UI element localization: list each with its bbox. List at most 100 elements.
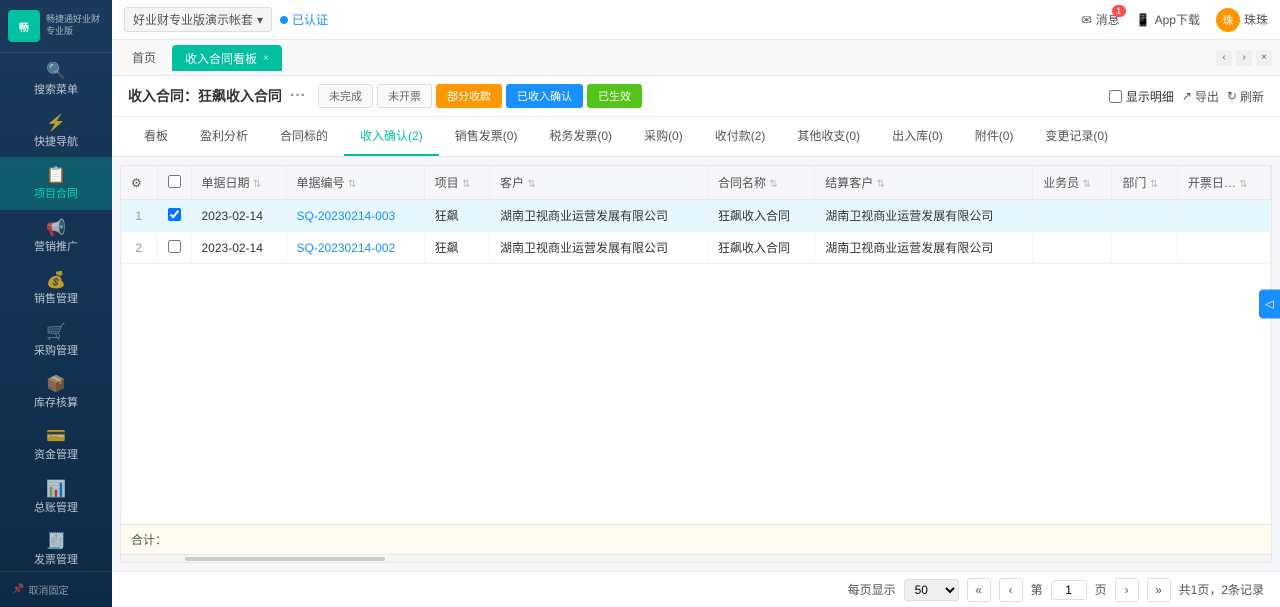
- close-window-button[interactable]: ×: [1256, 50, 1272, 66]
- company-selector[interactable]: 好业财专业版演示帐套 ▾: [124, 7, 272, 32]
- sort-icon: ⇅: [527, 179, 535, 190]
- row-docno[interactable]: SQ-20230214-002: [286, 232, 424, 264]
- active-tab[interactable]: 收入合同看板 ×: [172, 45, 282, 71]
- nav-tab-[interactable]: 盈利分析: [184, 117, 264, 156]
- row-checkbox-cell[interactable]: [157, 200, 191, 232]
- more-options-icon[interactable]: ···: [290, 87, 306, 105]
- topbar-left: 好业财专业版演示帐套 ▾ 已认证: [124, 7, 328, 32]
- last-page-button[interactable]: »: [1147, 578, 1171, 602]
- page-header: 收入合同：狂飙收入合同 ··· 未完成未开票部分收款已收入确认已生效 显示明细 …: [112, 76, 1280, 117]
- row-invoice-date: [1177, 200, 1270, 232]
- nav-tab-[interactable]: 看板: [128, 117, 184, 156]
- nav-tab-0[interactable]: 出入库(0): [876, 117, 959, 156]
- page-size-select[interactable]: 20 50 100 200: [904, 579, 959, 601]
- status-btn-未开票[interactable]: 未开票: [377, 84, 432, 108]
- nav-tab-0[interactable]: 其他收支(0): [781, 117, 876, 156]
- nav-tab-2[interactable]: 收付款(2): [699, 117, 782, 156]
- sidebar-item-quick[interactable]: ⚡ 快捷导航: [0, 105, 112, 157]
- table-footer: 合计：: [120, 525, 1272, 555]
- main-content: 好业财专业版演示帐套 ▾ 已认证 ✉ 1 消息 📱 App下载 珠 珠珠: [112, 0, 1280, 607]
- refresh-button[interactable]: ↻ 刷新: [1227, 88, 1264, 105]
- page-header-actions: 显示明细 ↗ 导出 ↻ 刷新: [1109, 88, 1264, 105]
- scrollbar-thumb[interactable]: [185, 557, 385, 561]
- row-checkbox[interactable]: [168, 208, 181, 221]
- topbar-right: ✉ 1 消息 📱 App下载 珠 珠珠: [1082, 8, 1268, 32]
- tab-close-icon[interactable]: ×: [263, 53, 269, 64]
- col-invoice-date[interactable]: 开票日… ⇅: [1177, 166, 1270, 200]
- sidebar-item-inventory[interactable]: 📦 库存核算: [0, 366, 112, 418]
- logo-text: 畅捷通好业财 专业版: [46, 14, 100, 37]
- message-button[interactable]: ✉ 1 消息: [1082, 11, 1120, 28]
- page-number-input[interactable]: [1051, 580, 1087, 600]
- settings-icon: ⚙: [131, 176, 142, 190]
- nav-tab-0[interactable]: 税务发票(0): [533, 117, 628, 156]
- refresh-icon: ↻: [1227, 89, 1237, 103]
- nav-tab-0[interactable]: 采购(0): [628, 117, 699, 156]
- show-detail-checkbox[interactable]: 显示明细: [1109, 88, 1174, 105]
- checkbox-header[interactable]: [157, 166, 191, 200]
- sidebar-item-search[interactable]: 🔍 搜索菜单: [0, 53, 112, 105]
- col-docno[interactable]: 单据编号 ⇅: [286, 166, 424, 200]
- col-project[interactable]: 项目 ⇅: [424, 166, 489, 200]
- status-btn-部分收款[interactable]: 部分收款: [436, 84, 502, 108]
- status-btn-已生效[interactable]: 已生效: [587, 84, 642, 108]
- row-checkbox-cell[interactable]: [157, 232, 191, 264]
- prev-window-button[interactable]: ‹: [1216, 50, 1232, 66]
- app-download-button[interactable]: 📱 App下载: [1136, 11, 1200, 28]
- row-settle: 湖南卫视商业运营发展有限公司: [815, 232, 1033, 264]
- unpin-button[interactable]: 📌 取消固定: [8, 578, 104, 601]
- nav-tab-0[interactable]: 销售发票(0): [439, 117, 534, 156]
- next-window-button[interactable]: ›: [1236, 50, 1252, 66]
- nav-tab-0[interactable]: 附件(0): [959, 117, 1030, 156]
- sidebar-item-project[interactable]: 📋 项目合同: [0, 157, 112, 209]
- settings-header[interactable]: ⚙: [121, 166, 157, 200]
- row-docno[interactable]: SQ-20230214-003: [286, 200, 424, 232]
- marketing-icon: 📢: [46, 218, 66, 238]
- inventory-icon: 📦: [46, 374, 66, 394]
- row-customer: 湖南卫视商业运营发展有限公司: [490, 232, 708, 264]
- table-header-row: ⚙ 单据日期 ⇅ 单据编号 ⇅ 项目 ⇅ 客户 ⇅ 合同名称 ⇅ 结算客户 ⇅ …: [121, 166, 1271, 200]
- sidebar-nav: 🔍 搜索菜单 ⚡ 快捷导航 📋 项目合同 📢 营销推广 💰 销售管理 🛒 采购管…: [0, 53, 112, 571]
- col-date[interactable]: 单据日期 ⇅: [191, 166, 286, 200]
- nav-tab-0[interactable]: 变更记录(0): [1029, 117, 1124, 156]
- fund-icon: 💳: [46, 426, 66, 446]
- sidebar-bottom[interactable]: 📌 取消固定: [0, 571, 112, 607]
- col-settle[interactable]: 结算客户 ⇅: [815, 166, 1033, 200]
- status-btn-未完成[interactable]: 未完成: [318, 84, 373, 108]
- doc-link[interactable]: SQ-20230214-002: [297, 241, 396, 255]
- sidebar-item-invoice[interactable]: 🧾 发票管理: [0, 523, 112, 571]
- home-tab[interactable]: 首页: [120, 45, 168, 70]
- user-avatar[interactable]: 珠 珠珠: [1216, 8, 1268, 32]
- table-row[interactable]: 1 2023-02-14 SQ-20230214-003 狂飙 湖南卫视商业运营…: [121, 200, 1271, 232]
- sidebar-item-fund[interactable]: 💳 资金管理: [0, 418, 112, 470]
- sidebar-item-sales[interactable]: 💰 销售管理: [0, 262, 112, 314]
- side-panel-icon[interactable]: ◁: [1259, 289, 1280, 318]
- table-row[interactable]: 2 2023-02-14 SQ-20230214-002 狂飙 湖南卫视商业运营…: [121, 232, 1271, 264]
- doc-link[interactable]: SQ-20230214-003: [297, 209, 396, 223]
- sidebar-item-marketing[interactable]: 📢 营销推广: [0, 210, 112, 262]
- prev-page-button[interactable]: ‹: [999, 578, 1023, 602]
- sidebar-item-purchase[interactable]: 🛒 采购管理: [0, 314, 112, 366]
- row-checkbox[interactable]: [168, 240, 181, 253]
- export-button[interactable]: ↗ 导出: [1182, 88, 1219, 105]
- select-all-checkbox[interactable]: [168, 175, 181, 188]
- col-salesman[interactable]: 业务员 ⇅: [1033, 166, 1112, 200]
- status-btn-已收入确认[interactable]: 已收入确认: [506, 84, 583, 108]
- sidebar-item-general[interactable]: 📊 总账管理: [0, 471, 112, 523]
- row-project: 狂飙: [424, 232, 489, 264]
- row-invoice-date: [1177, 232, 1270, 264]
- row-dept: [1112, 200, 1177, 232]
- col-dept[interactable]: 部门 ⇅: [1112, 166, 1177, 200]
- nav-tab-[interactable]: 合同标的: [264, 117, 344, 156]
- next-page-button[interactable]: ›: [1115, 578, 1139, 602]
- nav-tab-2[interactable]: 收入确认(2): [344, 117, 439, 156]
- nav-tabs: 看板盈利分析合同标的收入确认(2)销售发票(0)税务发票(0)采购(0)收付款(…: [112, 117, 1280, 157]
- show-detail-input[interactable]: [1109, 90, 1122, 103]
- row-salesman: [1033, 200, 1112, 232]
- table-container[interactable]: ⚙ 单据日期 ⇅ 单据编号 ⇅ 项目 ⇅ 客户 ⇅ 合同名称 ⇅ 结算客户 ⇅ …: [120, 165, 1272, 525]
- sidebar: 畅 畅捷通好业财 专业版 🔍 搜索菜单 ⚡ 快捷导航 📋 项目合同 📢 营销推广…: [0, 0, 112, 607]
- table-scrollbar[interactable]: [120, 555, 1272, 563]
- col-contract[interactable]: 合同名称 ⇅: [707, 166, 814, 200]
- col-customer[interactable]: 客户 ⇅: [490, 166, 708, 200]
- first-page-button[interactable]: «: [967, 578, 991, 602]
